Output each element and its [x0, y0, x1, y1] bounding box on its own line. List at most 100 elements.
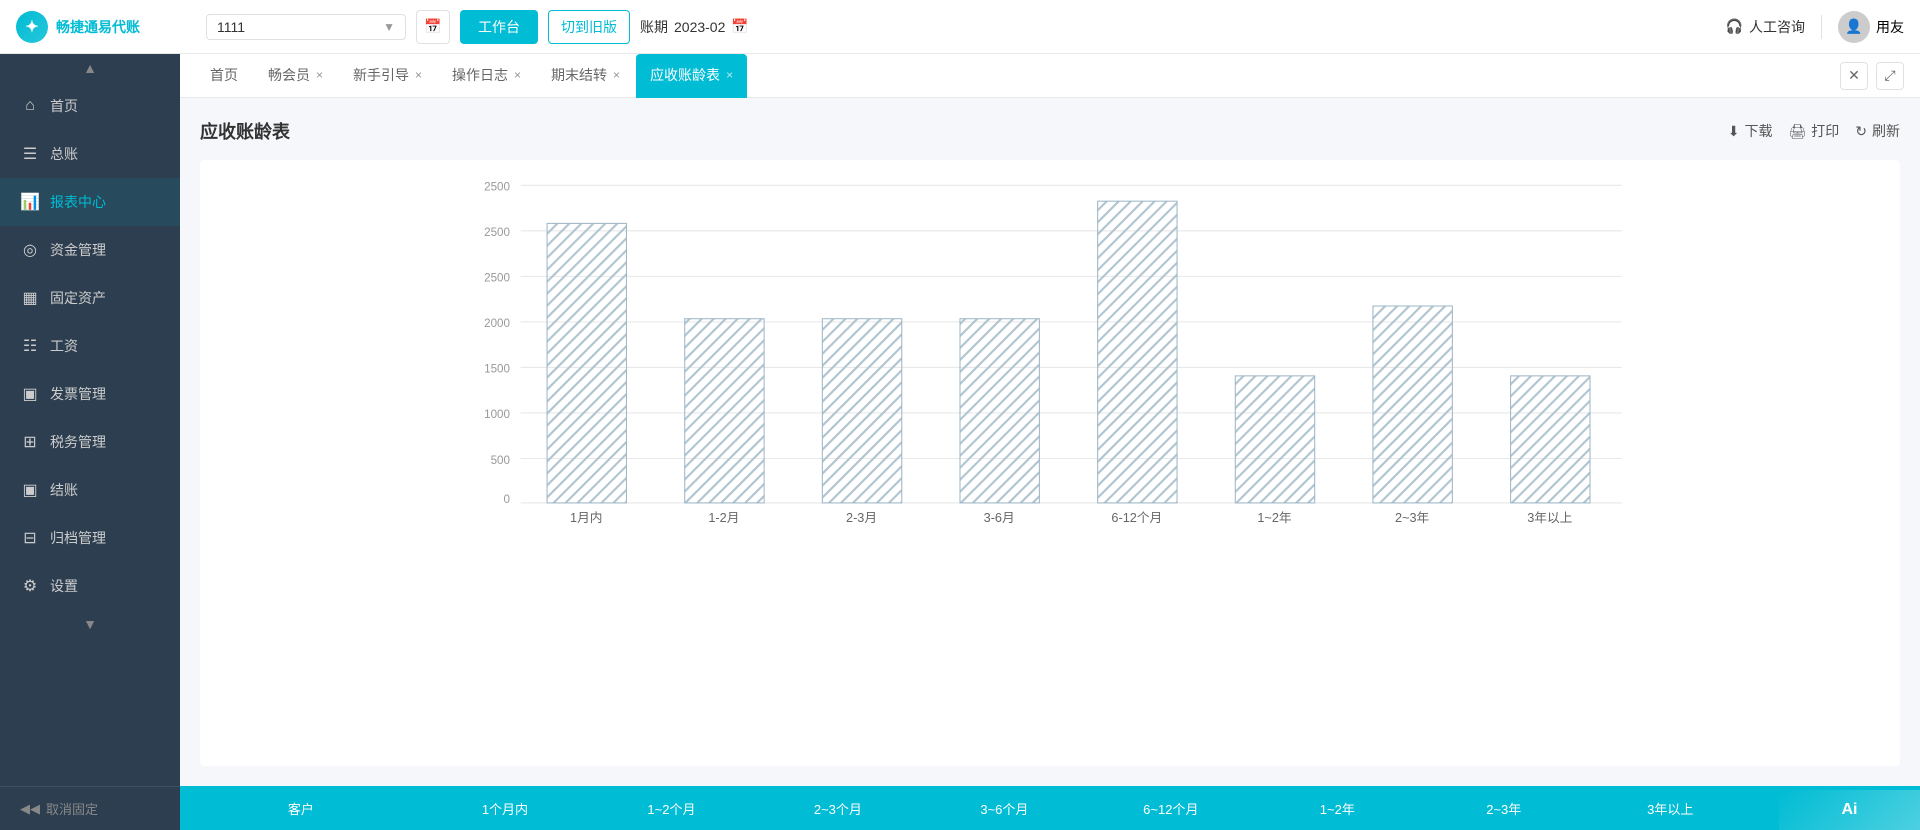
- sidebar: ▲ ⌂ 首页 ☰ 总账 📊 报表中心 ◎ 资金管理 ▦ 固定资产 ☷ 工资 ▣ …: [0, 54, 180, 830]
- svg-text:2500: 2500: [484, 272, 510, 285]
- header-right: 🎧 人工咨询 👤 用友: [1726, 11, 1904, 43]
- sidebar-item-report-center[interactable]: 📊 报表中心: [0, 178, 180, 226]
- sidebar-item-settings[interactable]: ⚙ 设置: [0, 562, 180, 610]
- user-area[interactable]: 👤 用友: [1838, 11, 1904, 43]
- tab-label: 畅会员: [268, 65, 310, 85]
- company-selector[interactable]: 1111 ▼: [206, 14, 406, 40]
- calendar-button[interactable]: 📅: [416, 10, 450, 44]
- company-name: 1111: [217, 19, 377, 35]
- period-calendar-icon[interactable]: 📅: [731, 18, 748, 35]
- svg-text:1500: 1500: [484, 363, 510, 376]
- tab-period-end[interactable]: 期末结转 ×: [537, 54, 634, 98]
- switch-old-button[interactable]: 切到旧版: [548, 10, 630, 44]
- page-header: 应收账龄表 ⬇ 下载 🖨 打印 ↻ 刷新: [200, 118, 1900, 144]
- assets-icon: ▦: [20, 288, 40, 308]
- svg-text:2~3年: 2~3年: [1395, 511, 1430, 525]
- sidebar-item-archive-mgmt[interactable]: ⊟ 归档管理: [0, 514, 180, 562]
- print-button[interactable]: 🖨 打印: [1788, 121, 1839, 141]
- sidebar-item-label: 总账: [50, 144, 78, 164]
- sidebar-item-tax-mgmt[interactable]: ⊞ 税务管理: [0, 418, 180, 466]
- col-2-3m: 2~3个月: [755, 799, 921, 818]
- col-6-12m: 6~12个月: [1088, 799, 1254, 818]
- calendar-icon: 📅: [424, 18, 441, 35]
- tab-expand-button[interactable]: ⤢: [1876, 62, 1904, 90]
- cancel-fixed-label: 取消固定: [46, 799, 98, 818]
- tab-close-all-button[interactable]: ✕: [1840, 62, 1868, 90]
- tab-guide[interactable]: 新手引导 ×: [339, 54, 436, 98]
- svg-text:3-6月: 3-6月: [984, 511, 1015, 525]
- logo-area: ✦ 畅捷通易代账: [16, 11, 196, 43]
- page-title: 应收账龄表: [200, 118, 290, 144]
- avatar: 👤: [1838, 11, 1870, 43]
- tab-close-period-end[interactable]: ×: [613, 68, 620, 82]
- sidebar-item-label: 资金管理: [50, 240, 106, 260]
- divider: [1821, 15, 1822, 39]
- download-icon: ⬇: [1728, 123, 1740, 140]
- workbench-button[interactable]: 工作台: [460, 10, 538, 44]
- sidebar-item-label: 固定资产: [50, 288, 106, 308]
- sidebar-item-invoice-mgmt[interactable]: ▣ 发票管理: [0, 370, 180, 418]
- tab-label: 新手引导: [353, 65, 409, 85]
- ai-assistant-button[interactable]: Ai: [1779, 790, 1920, 830]
- svg-text:1月内: 1月内: [570, 511, 602, 525]
- main-layout: ▲ ⌂ 首页 ☰ 总账 📊 报表中心 ◎ 资金管理 ▦ 固定资产 ☷ 工资 ▣ …: [0, 54, 1920, 830]
- tab-close-ar-aging[interactable]: ×: [726, 68, 733, 82]
- sidebar-scroll-down[interactable]: ▼: [0, 610, 180, 638]
- sidebar-item-label: 报表中心: [50, 192, 106, 212]
- chart-container: 2500 2500 2500 2000 1500 1000 500 0: [200, 160, 1900, 766]
- refresh-label: 刷新: [1872, 121, 1900, 141]
- logo-text: 畅捷通易代账: [56, 17, 140, 37]
- tab-ar-aging[interactable]: 应收账龄表 ×: [636, 54, 747, 98]
- refresh-icon: ↻: [1855, 123, 1867, 140]
- col-2-3y: 2~3年: [1421, 799, 1587, 818]
- ledger-icon: ☰: [20, 144, 40, 164]
- download-button[interactable]: ⬇ 下载: [1728, 121, 1773, 141]
- consultation-label: 人工咨询: [1749, 17, 1805, 37]
- svg-text:3年以上: 3年以上: [1527, 511, 1572, 525]
- tab-member[interactable]: 畅会员 ×: [254, 54, 337, 98]
- sidebar-item-label: 结账: [50, 480, 78, 500]
- cancel-fixed-button[interactable]: ◀◀ 取消固定: [0, 787, 180, 830]
- consultation-area[interactable]: 🎧 人工咨询: [1726, 17, 1805, 37]
- sidebar-item-payroll[interactable]: ☷ 工资: [0, 322, 180, 370]
- sidebar-bottom: ◀◀ 取消固定: [0, 786, 180, 830]
- report-icon: 📊: [20, 192, 40, 212]
- logo-icon: ✦: [16, 11, 48, 43]
- pin-icon: ◀◀: [20, 801, 40, 817]
- sidebar-item-checkout[interactable]: ▣ 结账: [0, 466, 180, 514]
- invoice-icon: ▣: [20, 384, 40, 404]
- tab-label: 操作日志: [452, 65, 508, 85]
- sidebar-scroll-up[interactable]: ▲: [0, 54, 180, 82]
- col-customer: 客户: [180, 799, 422, 818]
- tab-label: 首页: [210, 65, 238, 85]
- sidebar-item-home[interactable]: ⌂ 首页: [0, 82, 180, 130]
- sidebar-item-fund-mgmt[interactable]: ◎ 资金管理: [0, 226, 180, 274]
- ai-label: Ai: [1842, 801, 1858, 819]
- period-value: 2023-02: [674, 19, 725, 35]
- col-1m: 1个月内: [422, 799, 588, 818]
- sidebar-item-label: 设置: [50, 576, 78, 596]
- tab-home[interactable]: 首页: [196, 54, 252, 98]
- svg-text:500: 500: [491, 454, 511, 467]
- refresh-button[interactable]: ↻ 刷新: [1855, 121, 1900, 141]
- content-area: 首页 畅会员 × 新手引导 × 操作日志 × 期末结转 × 应收账龄表 ×: [180, 54, 1920, 830]
- svg-text:2000: 2000: [484, 317, 510, 330]
- tab-oplog[interactable]: 操作日志 ×: [438, 54, 535, 98]
- tab-close-guide[interactable]: ×: [415, 68, 422, 82]
- print-icon: 🖨: [1788, 123, 1806, 140]
- tab-close-member[interactable]: ×: [316, 68, 323, 82]
- sidebar-item-label: 发票管理: [50, 384, 106, 404]
- sidebar-item-label: 首页: [50, 96, 78, 116]
- col-3-6m: 3~6个月: [921, 799, 1087, 818]
- period-info: 账期 2023-02 📅: [640, 17, 749, 37]
- tab-bar: 首页 畅会员 × 新手引导 × 操作日志 × 期末结转 × 应收账龄表 ×: [180, 54, 1920, 98]
- fund-icon: ◎: [20, 240, 40, 260]
- sidebar-item-general-ledger[interactable]: ☰ 总账: [0, 130, 180, 178]
- svg-text:1~2年: 1~2年: [1257, 511, 1292, 525]
- col-1-2y: 1~2年: [1254, 799, 1420, 818]
- sidebar-item-label: 归档管理: [50, 528, 106, 548]
- svg-text:1000: 1000: [484, 408, 510, 421]
- sidebar-item-fixed-assets[interactable]: ▦ 固定资产: [0, 274, 180, 322]
- table-header: 客户 1个月内 1~2个月 2~3个月 3~6个月 6~12个月 1~2年 2~…: [180, 786, 1920, 830]
- tab-close-oplog[interactable]: ×: [514, 68, 521, 82]
